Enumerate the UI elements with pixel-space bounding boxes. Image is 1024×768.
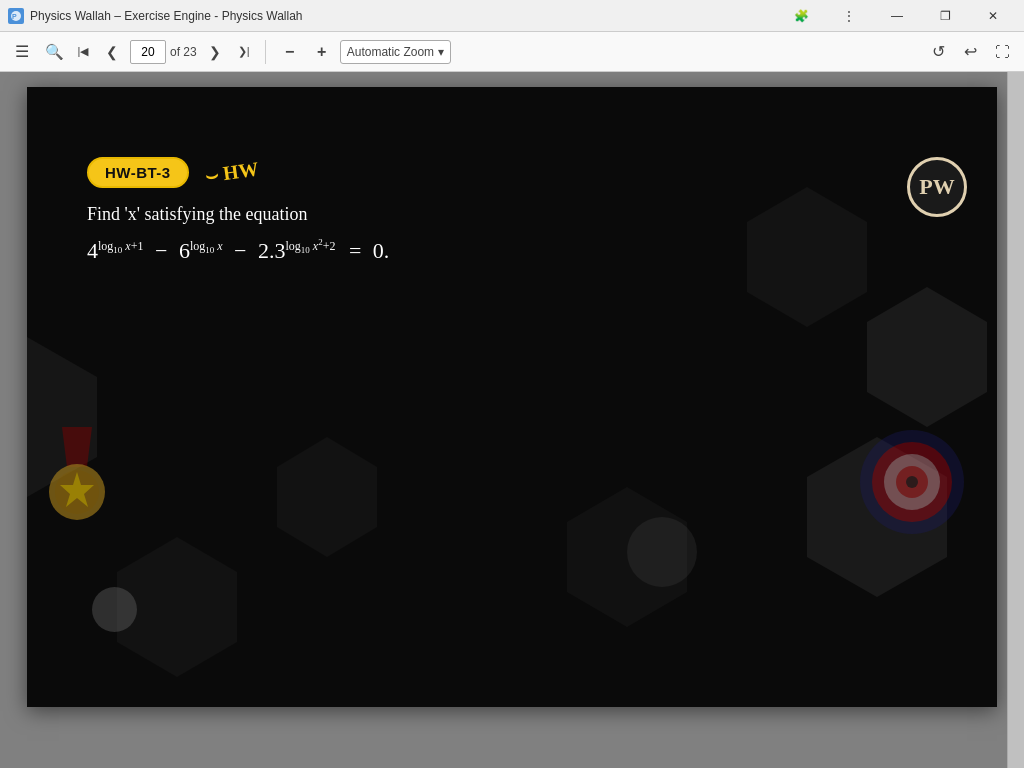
find-again-button[interactable]: ↺ (924, 38, 952, 66)
hw-annotation: ⌣ HW (203, 157, 259, 187)
problem-text: Find 'x' satisfying the equation (87, 204, 937, 225)
minimize-button[interactable]: — (874, 0, 920, 32)
toolbar: ☰ 🔍 |◀ ❮ of 23 ❯ ❯| − + Automatic Zoom ▾… (0, 32, 1024, 72)
fullscreen-button[interactable]: ⛶ (988, 38, 1016, 66)
badge-row: HW-BT-3 ⌣ HW (87, 157, 937, 188)
viewer-area: PW HW-BT-3 ⌣ HW Find 'x' satisfying the … (0, 72, 1024, 768)
search-button[interactable]: 🔍 (40, 38, 68, 66)
zoom-out-button[interactable]: − (276, 38, 304, 66)
page-count: of 23 (170, 45, 197, 59)
zoom-in-button[interactable]: + (308, 38, 336, 66)
close-button[interactable]: ✕ (970, 0, 1016, 32)
title-bar: P Physics Wallah – Exercise Engine - Phy… (0, 0, 1024, 32)
next-page-button[interactable]: ❯ (201, 38, 229, 66)
last-page-button[interactable]: ❯| (233, 38, 255, 66)
prev-page-button[interactable]: ❮ (98, 38, 126, 66)
pdf-page: PW HW-BT-3 ⌣ HW Find 'x' satisfying the … (27, 87, 997, 707)
extensions-button[interactable]: 🧩 (778, 0, 824, 32)
zoom-separator (265, 40, 266, 64)
zoom-controls: − + Automatic Zoom ▾ (276, 38, 451, 66)
svg-marker-2 (867, 287, 987, 427)
svg-marker-8 (277, 437, 377, 557)
equation: 4log10 x+1 − 6log10 x − 2.3log10 x2+2 = … (87, 237, 937, 264)
circle-decoration-2 (627, 517, 697, 587)
toolbar-right: ↺ ↩ ⛶ (924, 38, 1016, 66)
svg-marker-9 (62, 427, 92, 467)
window-title: Physics Wallah – Exercise Engine - Physi… (30, 9, 303, 23)
page-content: HW-BT-3 ⌣ HW Find 'x' satisfying the equ… (87, 157, 937, 264)
zoom-chevron-icon: ▾ (438, 45, 444, 59)
zoom-select[interactable]: Automatic Zoom ▾ (340, 40, 451, 64)
circle-decoration (92, 587, 137, 632)
maximize-button[interactable]: ❐ (922, 0, 968, 32)
menu-button[interactable]: ⋮ (826, 0, 872, 32)
zoom-label: Automatic Zoom (347, 45, 434, 59)
hw-badge: HW-BT-3 (87, 157, 189, 188)
bullseye-decoration (857, 427, 967, 537)
svg-text:P: P (12, 13, 17, 20)
medal-decoration (37, 427, 117, 527)
title-bar-left: P Physics Wallah – Exercise Engine - Phy… (8, 8, 303, 24)
svg-point-17 (906, 476, 918, 488)
find-prev-button[interactable]: ↩ (956, 38, 984, 66)
page-number-input[interactable] (130, 40, 166, 64)
window-controls: 🧩 ⋮ — ❐ ✕ (778, 0, 1016, 32)
first-page-button[interactable]: |◀ (72, 38, 94, 66)
app-icon: P (8, 8, 24, 24)
sidebar-toggle-button[interactable]: ☰ (8, 38, 36, 66)
